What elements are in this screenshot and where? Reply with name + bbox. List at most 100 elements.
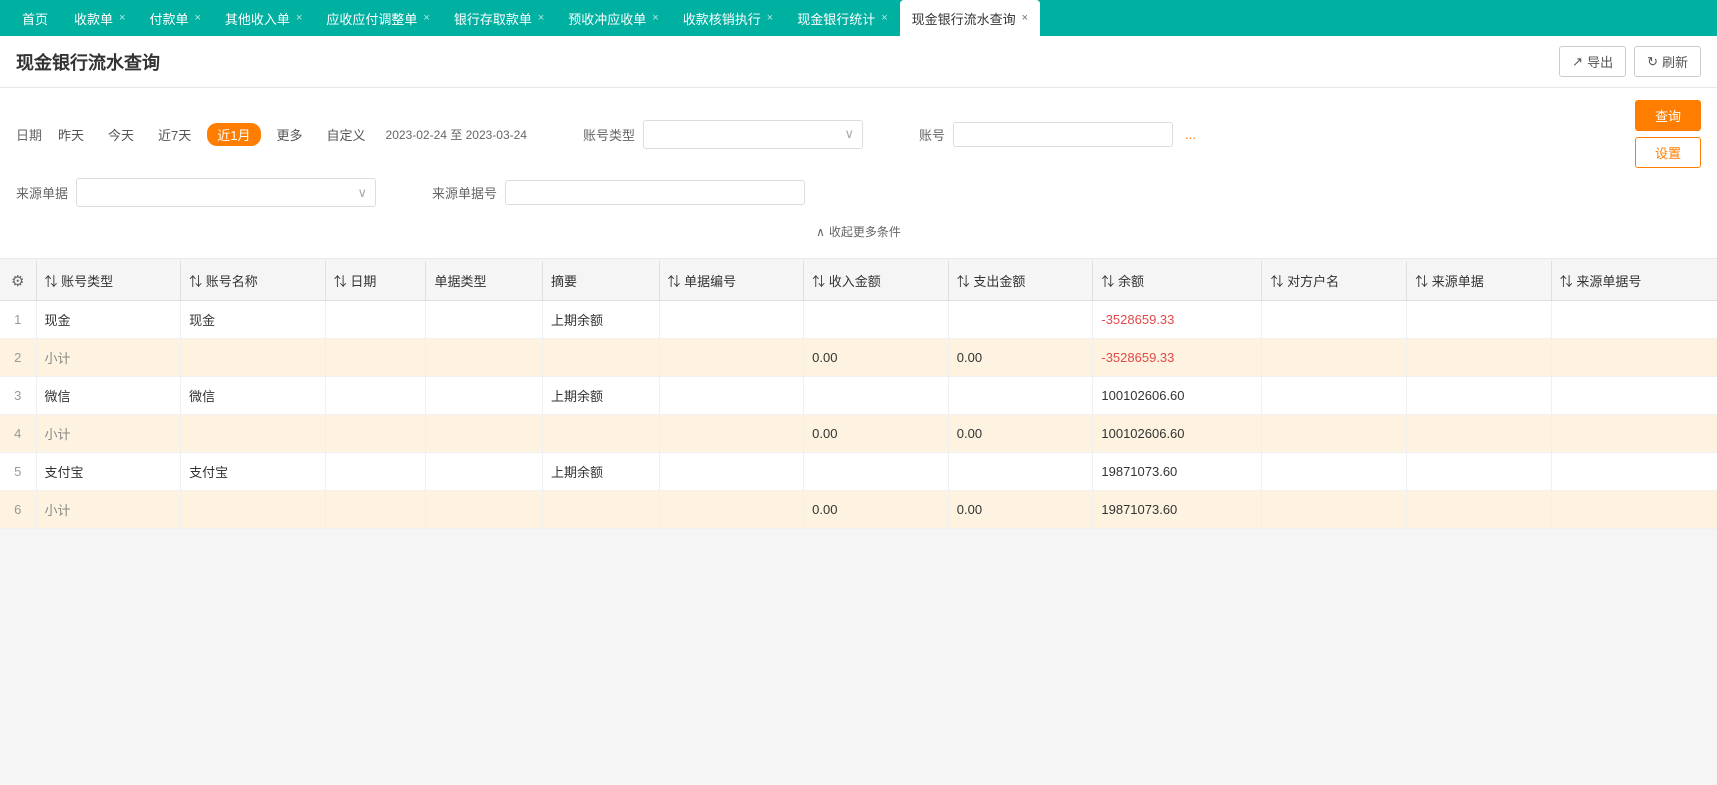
cell-expense [948,453,1093,491]
table-row: 1 现金 现金 上期余额 -3528659.33 [0,301,1717,339]
nav-home[interactable]: 首页 [8,0,62,36]
close-icon[interactable]: × [767,12,773,24]
nav-tab-7[interactable]: 现金银行统计 × [785,0,899,36]
cell-income: 0.00 [804,415,949,453]
account-more[interactable]: ... [1185,127,1196,142]
col-account-name: ⇅ 账号名称 [181,261,326,301]
date-btn-custom[interactable]: 自定义 [319,123,374,146]
export-button[interactable]: ↗ 导出 [1559,46,1626,77]
nav-tab-4[interactable]: 银行存取款单 × [442,0,556,36]
cell-summary: 上期余额 [542,377,659,415]
nav-tab-3[interactable]: 应收应付调整单 × [314,0,441,36]
cell-balance: -3528659.33 [1093,339,1262,377]
close-icon[interactable]: × [296,12,302,24]
cell-balance: 19871073.60 [1093,491,1262,529]
close-icon[interactable]: × [538,12,544,24]
cell-account-type: 小计 [36,491,181,529]
cell-doc-type [426,339,543,377]
chevron-down-icon: ∨ [358,185,368,201]
col-account-type: ⇅ 账号类型 [36,261,181,301]
cell-expense [948,377,1093,415]
table-row: 2 小计 0.00 0.00 -3528659.33 [0,339,1717,377]
settings-button[interactable]: 设置 [1635,137,1701,168]
cell-account-name [181,339,326,377]
nav-tab-1[interactable]: 付款单 × [137,0,212,36]
table-body: 1 现金 现金 上期余额 -3528659.33 2 小计 0.00 0.00 … [0,301,1717,529]
filter-row-1: 日期 昨天 今天 近7天 近1月 更多 自定义 2023-02-24 至 202… [16,100,1701,168]
query-button[interactable]: 查询 [1635,100,1701,131]
cell-doc-type [426,491,543,529]
cell-summary: 上期余额 [542,301,659,339]
cell-date [325,339,426,377]
date-btn-today[interactable]: 今天 [100,123,142,146]
cell-date [325,491,426,529]
nav-tab-8[interactable]: 现金银行流水查询 × [900,0,1040,36]
cell-row-num: 1 [0,301,36,339]
source-doc-select[interactable]: ∨ [76,178,376,207]
account-input[interactable] [953,122,1173,147]
export-icon: ↗ [1572,54,1583,70]
table-row: 6 小计 0.00 0.00 19871073.60 [0,491,1717,529]
cell-account-type: 支付宝 [36,453,181,491]
cell-balance: 100102606.60 [1093,377,1262,415]
cell-source-doc-no [1551,491,1717,529]
date-filter-group: 日期 昨天 今天 近7天 近1月 更多 自定义 2023-02-24 至 202… [16,123,527,146]
nav-tab-0[interactable]: 收款单 × [62,0,137,36]
cell-row-num: 5 [0,453,36,491]
cell-account-name [181,491,326,529]
gear-icon[interactable]: ⚙ [11,273,24,290]
cell-date [325,415,426,453]
cell-account-type: 微信 [36,377,181,415]
account-type-select[interactable]: ∨ [643,120,863,149]
source-doc-no-group: 来源单据号 [432,180,805,205]
close-icon[interactable]: × [119,12,125,24]
cell-source-doc [1407,339,1552,377]
col-source-doc-no: ⇅ 来源单据号 [1551,261,1717,301]
date-btn-7days[interactable]: 近7天 [150,123,199,146]
date-range: 2023-02-24 至 2023-03-24 [386,126,527,143]
cell-expense [948,301,1093,339]
account-type-group: 账号类型 ∨ [583,120,863,149]
close-icon[interactable]: × [194,12,200,24]
date-btn-more[interactable]: 更多 [269,123,311,146]
cell-account-name: 支付宝 [181,453,326,491]
date-btn-1month[interactable]: 近1月 [207,123,260,146]
cell-expense: 0.00 [948,415,1093,453]
close-icon[interactable]: × [423,12,429,24]
source-doc-label: 来源单据 [16,183,68,202]
collapse-icon: ∧ [816,225,825,239]
cell-summary: 上期余额 [542,453,659,491]
source-doc-no-input[interactable] [505,180,805,205]
cell-account-type: 小计 [36,339,181,377]
cell-counterpart [1262,339,1407,377]
cell-source-doc-no [1551,301,1717,339]
cell-account-type: 现金 [36,301,181,339]
date-btn-yesterday[interactable]: 昨天 [50,123,92,146]
refresh-button[interactable]: ↻ 刷新 [1634,46,1701,77]
cell-expense: 0.00 [948,491,1093,529]
chevron-down-icon: ∨ [844,126,854,142]
nav-tab-5[interactable]: 预收冲应收单 × [556,0,670,36]
cell-counterpart [1262,377,1407,415]
close-icon[interactable]: × [1022,12,1028,24]
nav-tab-2[interactable]: 其他收入单 × [213,0,314,36]
cell-counterpart [1262,453,1407,491]
account-group: 账号 ... [919,122,1196,147]
filter-row-2: 来源单据 ∨ 来源单据号 [16,178,1701,207]
collapse-bar[interactable]: ∧ 收起更多条件 [16,217,1701,246]
cell-source-doc-no [1551,453,1717,491]
cell-summary [542,415,659,453]
cell-balance: 100102606.60 [1093,415,1262,453]
cell-summary [542,491,659,529]
cell-row-num: 3 [0,377,36,415]
col-income: ⇅ 收入金额 [804,261,949,301]
cell-doc-no [659,491,804,529]
col-balance: ⇅ 余额 [1093,261,1262,301]
close-icon[interactable]: × [881,12,887,24]
cell-date [325,377,426,415]
date-shortcuts: 昨天 今天 近7天 近1月 更多 自定义 [50,123,374,146]
col-expense: ⇅ 支出金额 [948,261,1093,301]
nav-tab-6[interactable]: 收款核销执行 × [671,0,785,36]
close-icon[interactable]: × [652,12,658,24]
date-label: 日期 [16,125,42,144]
